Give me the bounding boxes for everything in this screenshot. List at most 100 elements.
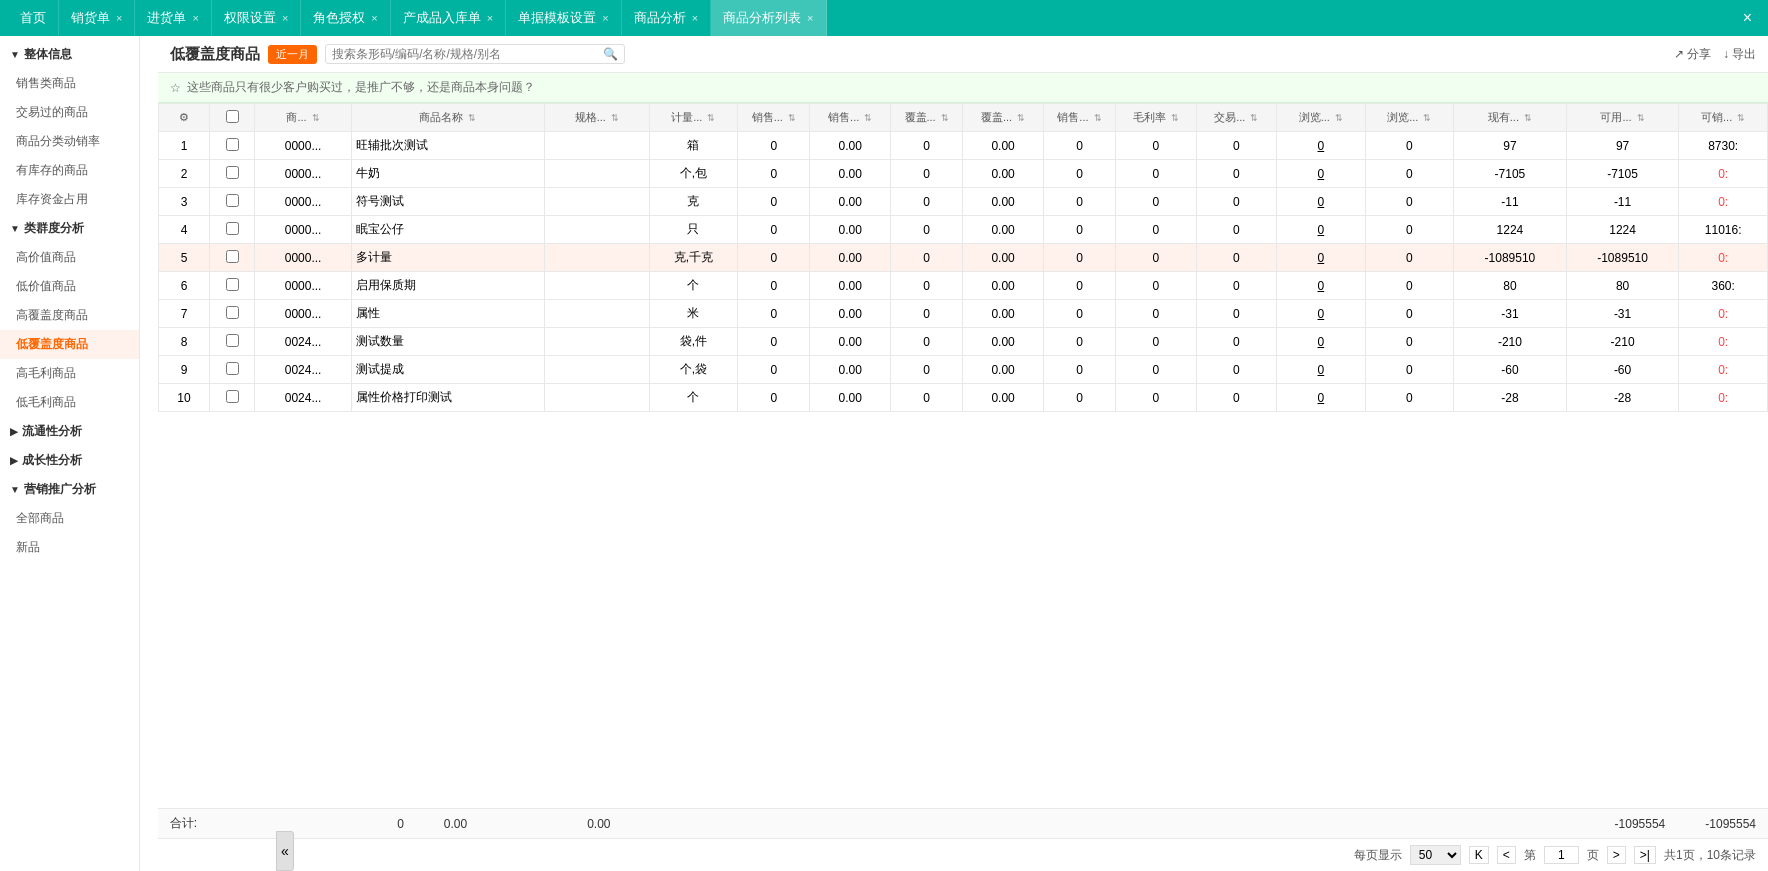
row-select-checkbox[interactable]	[226, 138, 239, 151]
row-select-checkbox[interactable]	[226, 278, 239, 291]
col-sale-qty-header[interactable]: 销售... ⇅	[738, 104, 810, 132]
row-checkbox[interactable]	[210, 272, 255, 300]
nav-tab-purchase-close[interactable]: ×	[192, 12, 198, 24]
row-browse1[interactable]: 0	[1277, 384, 1366, 412]
sidebar-section-circulation[interactable]: ▶ 流通性分析	[0, 417, 139, 446]
nav-tab-analysis-list-close[interactable]: ×	[807, 12, 813, 24]
nav-tab-role[interactable]: 角色授权 ×	[301, 0, 390, 36]
col-code-header[interactable]: 商... ⇅	[255, 104, 352, 132]
sidebar-item-high-coverage[interactable]: 高覆盖度商品	[0, 301, 139, 330]
row-browse1[interactable]: 0	[1277, 244, 1366, 272]
sidebar-section-overall-label: 整体信息	[24, 46, 72, 63]
row-unit: 袋,件	[649, 328, 738, 356]
last-page-button[interactable]: >|	[1634, 846, 1656, 864]
sidebar-item-all-goods[interactable]: 全部商品	[0, 504, 139, 533]
row-select-checkbox[interactable]	[226, 250, 239, 263]
nav-tab-sales[interactable]: 销货单 ×	[59, 0, 135, 36]
col-browse1-header[interactable]: 浏览... ⇅	[1277, 104, 1366, 132]
row-checkbox[interactable]	[210, 132, 255, 160]
col-trade-header[interactable]: 交易... ⇅	[1196, 104, 1276, 132]
row-browse1[interactable]: 0	[1277, 132, 1366, 160]
row-browse1[interactable]: 0	[1277, 356, 1366, 384]
col-cover1-header[interactable]: 覆盖... ⇅	[890, 104, 962, 132]
col-sale3-header[interactable]: 销售... ⇅	[1043, 104, 1115, 132]
sidebar-collapse-button[interactable]: «	[276, 831, 294, 871]
col-spec-header[interactable]: 规格... ⇅	[544, 104, 649, 132]
col-checkbox-header[interactable]	[210, 104, 255, 132]
sidebar-item-low-coverage[interactable]: 低覆盖度商品	[0, 330, 139, 359]
row-checkbox[interactable]	[210, 244, 255, 272]
row-browse1[interactable]: 0	[1277, 216, 1366, 244]
select-all-checkbox[interactable]	[226, 110, 239, 123]
row-checkbox[interactable]	[210, 356, 255, 384]
sidebar-item-stock-capital[interactable]: 库存资金占用	[0, 185, 139, 214]
row-checkbox[interactable]	[210, 300, 255, 328]
row-select-checkbox[interactable]	[226, 390, 239, 403]
row-browse1[interactable]: 0	[1277, 188, 1366, 216]
nav-tab-analysis-list[interactable]: 商品分析列表 ×	[711, 0, 826, 36]
sidebar-item-traded-goods[interactable]: 交易过的商品	[0, 98, 139, 127]
col-stock2-header[interactable]: 可用... ⇅	[1566, 104, 1679, 132]
nav-tab-warehouse-close[interactable]: ×	[487, 12, 493, 24]
sidebar-item-high-value[interactable]: 高价值商品	[0, 243, 139, 272]
prev-page-button[interactable]: <	[1497, 846, 1516, 864]
nav-tab-permission-close[interactable]: ×	[282, 12, 288, 24]
page-input[interactable]	[1544, 846, 1579, 864]
row-browse1[interactable]: 0	[1277, 328, 1366, 356]
nav-tab-sales-close[interactable]: ×	[116, 12, 122, 24]
col-name-header[interactable]: 商品名称 ⇅	[351, 104, 544, 132]
sidebar-section-marketing[interactable]: ▼ 营销推广分析	[0, 475, 139, 504]
sidebar-section-group[interactable]: ▼ 类群度分析	[0, 214, 139, 243]
row-select-checkbox[interactable]	[226, 306, 239, 319]
nav-tab-permission[interactable]: 权限设置 ×	[212, 0, 301, 36]
period-button[interactable]: 近一月	[268, 45, 317, 64]
nav-tab-template-close[interactable]: ×	[602, 12, 608, 24]
close-all-tabs[interactable]: ×	[1735, 9, 1760, 27]
export-button[interactable]: ↓ 导出	[1723, 46, 1756, 63]
sidebar-item-high-margin[interactable]: 高毛利商品	[0, 359, 139, 388]
nav-tab-analysis-close[interactable]: ×	[692, 12, 698, 24]
row-select-checkbox[interactable]	[226, 334, 239, 347]
col-stock1-header[interactable]: 现有... ⇅	[1454, 104, 1567, 132]
search-input[interactable]	[332, 47, 603, 61]
nav-tab-role-close[interactable]: ×	[371, 12, 377, 24]
sidebar-section-growth[interactable]: ▶ 成长性分析	[0, 446, 139, 475]
col-browse2-header[interactable]: 浏览... ⇅	[1365, 104, 1454, 132]
row-select-checkbox[interactable]	[226, 194, 239, 207]
row-select-checkbox[interactable]	[226, 362, 239, 375]
row-checkbox[interactable]	[210, 384, 255, 412]
row-checkbox[interactable]	[210, 328, 255, 356]
first-page-button[interactable]: K	[1469, 846, 1489, 864]
sidebar-item-stocked-goods[interactable]: 有库存的商品	[0, 156, 139, 185]
col-margin-header[interactable]: 毛利率 ⇅	[1116, 104, 1196, 132]
table-row: 10 0024... 属性价格打印测试 个 0 0.00 0 0.00 0 0 …	[158, 384, 1767, 412]
row-checkbox[interactable]	[210, 160, 255, 188]
col-cover2-header[interactable]: 覆盖... ⇅	[963, 104, 1043, 132]
col-sale-amt-header[interactable]: 销售... ⇅	[810, 104, 890, 132]
nav-tab-purchase[interactable]: 进货单 ×	[135, 0, 211, 36]
col-unit-header[interactable]: 计量... ⇅	[649, 104, 738, 132]
nav-tab-home[interactable]: 首页	[8, 0, 59, 36]
nav-tab-analysis[interactable]: 商品分析 ×	[622, 0, 711, 36]
sidebar-item-low-margin[interactable]: 低毛利商品	[0, 388, 139, 417]
per-page-select[interactable]: 50 20 100	[1410, 845, 1461, 865]
row-checkbox[interactable]	[210, 216, 255, 244]
sidebar-item-sales-goods[interactable]: 销售类商品	[0, 69, 139, 98]
nav-tab-template[interactable]: 单据模板设置 ×	[506, 0, 621, 36]
sidebar-item-category-rate[interactable]: 商品分类动销率	[0, 127, 139, 156]
sidebar-item-new-goods[interactable]: 新品	[0, 533, 139, 562]
nav-tab-warehouse[interactable]: 产成品入库单 ×	[391, 0, 506, 36]
row-browse1[interactable]: 0	[1277, 300, 1366, 328]
share-button[interactable]: ↗ 分享	[1674, 46, 1711, 63]
next-page-button[interactable]: >	[1607, 846, 1626, 864]
row-checkbox[interactable]	[210, 188, 255, 216]
row-browse1[interactable]: 0	[1277, 272, 1366, 300]
sidebar-item-low-value[interactable]: 低价值商品	[0, 272, 139, 301]
col-settings[interactable]: ⚙	[158, 104, 209, 132]
col-sellable-header[interactable]: 可销... ⇅	[1679, 104, 1768, 132]
sidebar-section-overall[interactable]: ▼ 整体信息	[0, 40, 139, 69]
row-select-checkbox[interactable]	[226, 166, 239, 179]
search-icon[interactable]: 🔍	[603, 47, 618, 61]
row-select-checkbox[interactable]	[226, 222, 239, 235]
row-browse1[interactable]: 0	[1277, 160, 1366, 188]
